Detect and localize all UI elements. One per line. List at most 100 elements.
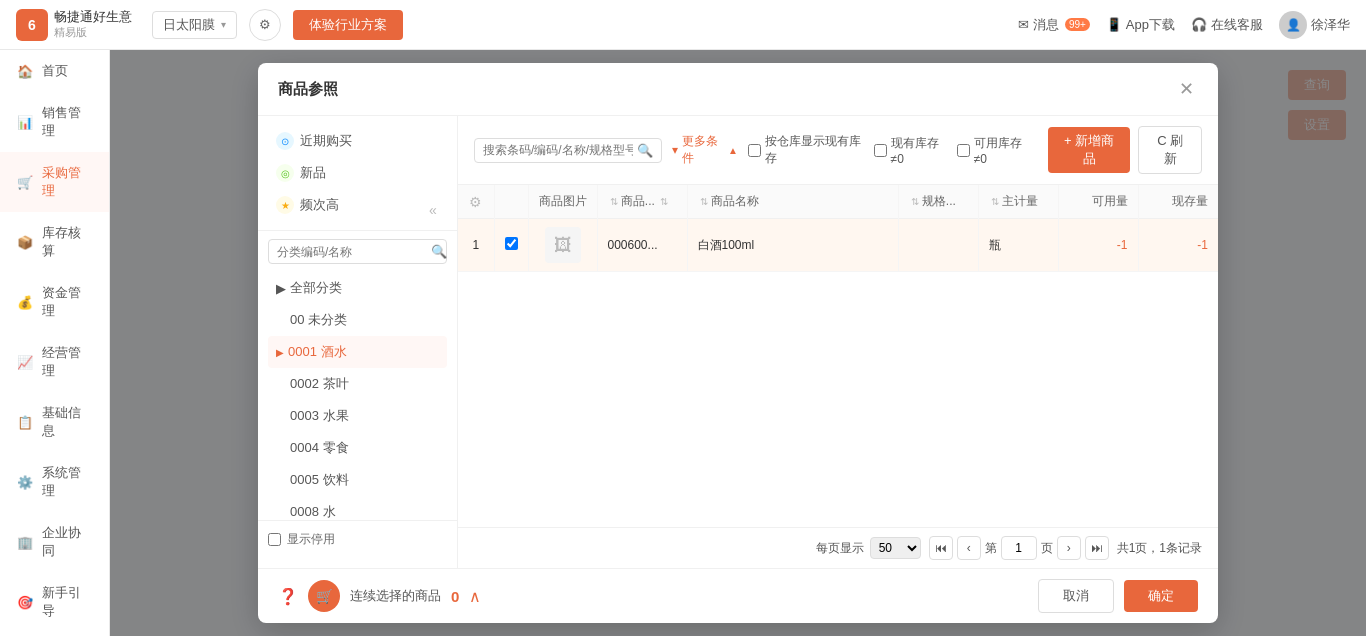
cat-item-00[interactable]: 00 未分类 <box>268 304 447 336</box>
cat-active-arrow: ▶ <box>276 347 284 358</box>
system-icon: ⚙️ <box>16 473 34 491</box>
col-spec-header[interactable]: ⇅ 规格... <box>898 185 978 219</box>
show-disabled-checkbox[interactable] <box>268 533 281 546</box>
per-page-select[interactable]: 50 100 200 <box>870 537 921 559</box>
sidebar-item-home[interactable]: 🏠 首页 <box>0 50 109 92</box>
quick-filters: ⊙ 近期购买 ◎ 新品 ★ 频次高 <box>258 126 457 231</box>
available-nonzero-checkbox[interactable] <box>874 144 887 157</box>
col-settings: ⚙ <box>458 185 494 219</box>
category-search-input[interactable] <box>277 245 427 259</box>
sort-icon: ⇅ <box>660 196 668 207</box>
sidebar-item-label: 首页 <box>42 62 68 80</box>
sidebar-item-purchase[interactable]: 🛒 采购管理 <box>0 152 109 212</box>
sidebar-item-enterprise[interactable]: 🏢 企业协同 <box>0 512 109 572</box>
row-checkbox-cell[interactable] <box>494 219 528 272</box>
avatar: 👤 <box>1279 11 1307 39</box>
modal-overlay: 商品参照 ✕ ⊙ 近期购买 <box>110 50 1366 636</box>
add-product-button[interactable]: + 新增商品 <box>1048 127 1131 173</box>
modal-close-button[interactable]: ✕ <box>1174 77 1198 101</box>
message-icon: ✉ <box>1018 17 1029 32</box>
category-search-icon[interactable]: 🔍 <box>431 244 447 259</box>
user-area[interactable]: 👤 徐泽华 <box>1279 11 1350 39</box>
per-page-label: 每页显示 <box>816 540 864 557</box>
cat-item-0002[interactable]: 0002 茶叶 <box>268 368 447 400</box>
top-nav: 6 畅捷通好生意 精易版 日太阳膜 ▾ ⚙ 体验行业方案 ✉ 消息 99+ 📱 … <box>0 0 1366 50</box>
row-avail-cell: -1 <box>1058 219 1138 272</box>
sidebar-item-label: 经营管理 <box>42 344 93 380</box>
product-search-input[interactable] <box>483 143 633 157</box>
sidebar-item-newbie[interactable]: 🎯 新手引导 <box>0 572 109 632</box>
cart-icon[interactable]: 🛒 <box>308 580 340 612</box>
row-checkbox[interactable] <box>505 237 518 250</box>
page-number-input[interactable] <box>1001 536 1037 560</box>
sidebar-item-label: 资金管理 <box>42 284 93 320</box>
chevron-up-icon: ▲ <box>728 145 738 156</box>
app-download-button[interactable]: 📱 App下载 <box>1106 16 1175 34</box>
footer-collapse-icon[interactable]: ∧ <box>469 587 481 606</box>
sidebar-item-appcenter[interactable]: 📱 应用中心 <box>0 632 109 636</box>
col-unit-header[interactable]: ⇅ 主计量 <box>978 185 1058 219</box>
cat-item-0008[interactable]: 0008 水 <box>268 496 447 520</box>
logo-text: 畅捷通好生意 <box>54 9 132 25</box>
help-icon[interactable]: ❓ <box>278 587 298 606</box>
modal-title: 商品参照 <box>278 80 338 99</box>
last-page-button[interactable]: ⏭ <box>1085 536 1109 560</box>
cat-item-0003[interactable]: 0003 水果 <box>268 400 447 432</box>
quick-filter-freq[interactable]: ★ 频次高 <box>268 190 360 220</box>
col-stock-label: 现存量 <box>1172 194 1208 208</box>
page-label: 第 <box>985 540 997 557</box>
settings-icon[interactable]: ⚙ <box>249 9 281 41</box>
quick-filter-new[interactable]: ◎ 新品 <box>268 158 360 188</box>
more-conditions-button[interactable]: ▾ 更多条件 ▲ <box>672 133 738 167</box>
cancel-button[interactable]: 取消 <box>1038 579 1114 613</box>
product-search-icon[interactable]: 🔍 <box>637 143 653 158</box>
col-unit-label: 主计量 <box>1002 194 1038 208</box>
sidebar-item-label: 企业协同 <box>42 524 93 560</box>
sidebar-item-sales[interactable]: 📊 销售管理 <box>0 92 109 152</box>
quick-filter-recent[interactable]: ⊙ 近期购买 <box>268 126 360 156</box>
col-image-label: 商品图片 <box>539 194 587 208</box>
table-settings-icon[interactable]: ⚙ <box>469 194 482 210</box>
col-name-label: 商品名称 <box>711 194 759 208</box>
sidebar-item-basic[interactable]: 📋 基础信息 <box>0 392 109 452</box>
cart-count: 0 <box>451 588 459 605</box>
sidebar: 🏠 首页 📊 销售管理 🛒 采购管理 📦 库存核算 💰 资金管理 📈 经营管理 … <box>0 50 110 636</box>
col-code-header[interactable]: ⇅ 商品... ⇅ <box>597 185 687 219</box>
collapse-panel-button[interactable]: « <box>423 200 443 220</box>
col-image-header: 商品图片 <box>528 185 597 219</box>
table-row[interactable]: 1 🖼 000600... 白酒100ml <box>458 219 1218 272</box>
trial-button[interactable]: 体验行业方案 <box>293 10 403 40</box>
cat-item-0001[interactable]: ▶ 0001 酒水 <box>268 336 447 368</box>
col-name-header[interactable]: ⇅ 商品名称 <box>687 185 898 219</box>
recent-icon: ⊙ <box>276 132 294 150</box>
check-by-warehouse[interactable]: 按仓库显示现有库存 <box>748 133 862 167</box>
cat-item-0004[interactable]: 0004 零食 <box>268 432 447 464</box>
sidebar-item-system[interactable]: ⚙️ 系统管理 <box>0 452 109 512</box>
check-usable-nonzero[interactable]: 可用库存≠0 <box>957 135 1028 166</box>
sidebar-item-finance[interactable]: 💰 资金管理 <box>0 272 109 332</box>
recent-label: 近期购买 <box>300 132 352 150</box>
next-page-button[interactable]: › <box>1057 536 1081 560</box>
category-list: ▶ 全部分类 00 未分类 ▶ 0001 酒水 0002 茶 <box>258 272 457 520</box>
product-table: ⚙ 商品图片 ⇅ 商品... <box>458 185 1218 272</box>
sidebar-item-inventory[interactable]: 📦 库存核算 <box>0 212 109 272</box>
cat-item-all[interactable]: ▶ 全部分类 <box>268 272 447 304</box>
sidebar-item-label: 库存核算 <box>42 224 93 260</box>
sidebar-item-business[interactable]: 📈 经营管理 <box>0 332 109 392</box>
messages-button[interactable]: ✉ 消息 99+ <box>1018 16 1090 34</box>
product-table-area: ⚙ 商品图片 ⇅ 商品... <box>458 185 1218 527</box>
prev-page-button[interactable]: ‹ <box>957 536 981 560</box>
first-page-button[interactable]: ⏮ <box>929 536 953 560</box>
product-image: 🖼 <box>545 227 581 263</box>
confirm-button[interactable]: 确定 <box>1124 580 1198 612</box>
cat-item-0005[interactable]: 0005 饮料 <box>268 464 447 496</box>
usable-nonzero-checkbox[interactable] <box>957 144 970 157</box>
layout: 🏠 首页 📊 销售管理 🛒 采购管理 📦 库存核算 💰 资金管理 📈 经营管理 … <box>0 50 1366 636</box>
online-service-button[interactable]: 🎧 在线客服 <box>1191 16 1263 34</box>
check-available-nonzero[interactable]: 现有库存≠0 <box>874 135 945 166</box>
warehouse-checkbox[interactable] <box>748 144 761 157</box>
message-badge: 99+ <box>1065 18 1090 31</box>
row-num: 1 <box>458 219 494 272</box>
branch-dropdown[interactable]: 日太阳膜 ▾ <box>152 11 237 39</box>
refresh-button[interactable]: C 刷新 <box>1138 126 1202 174</box>
